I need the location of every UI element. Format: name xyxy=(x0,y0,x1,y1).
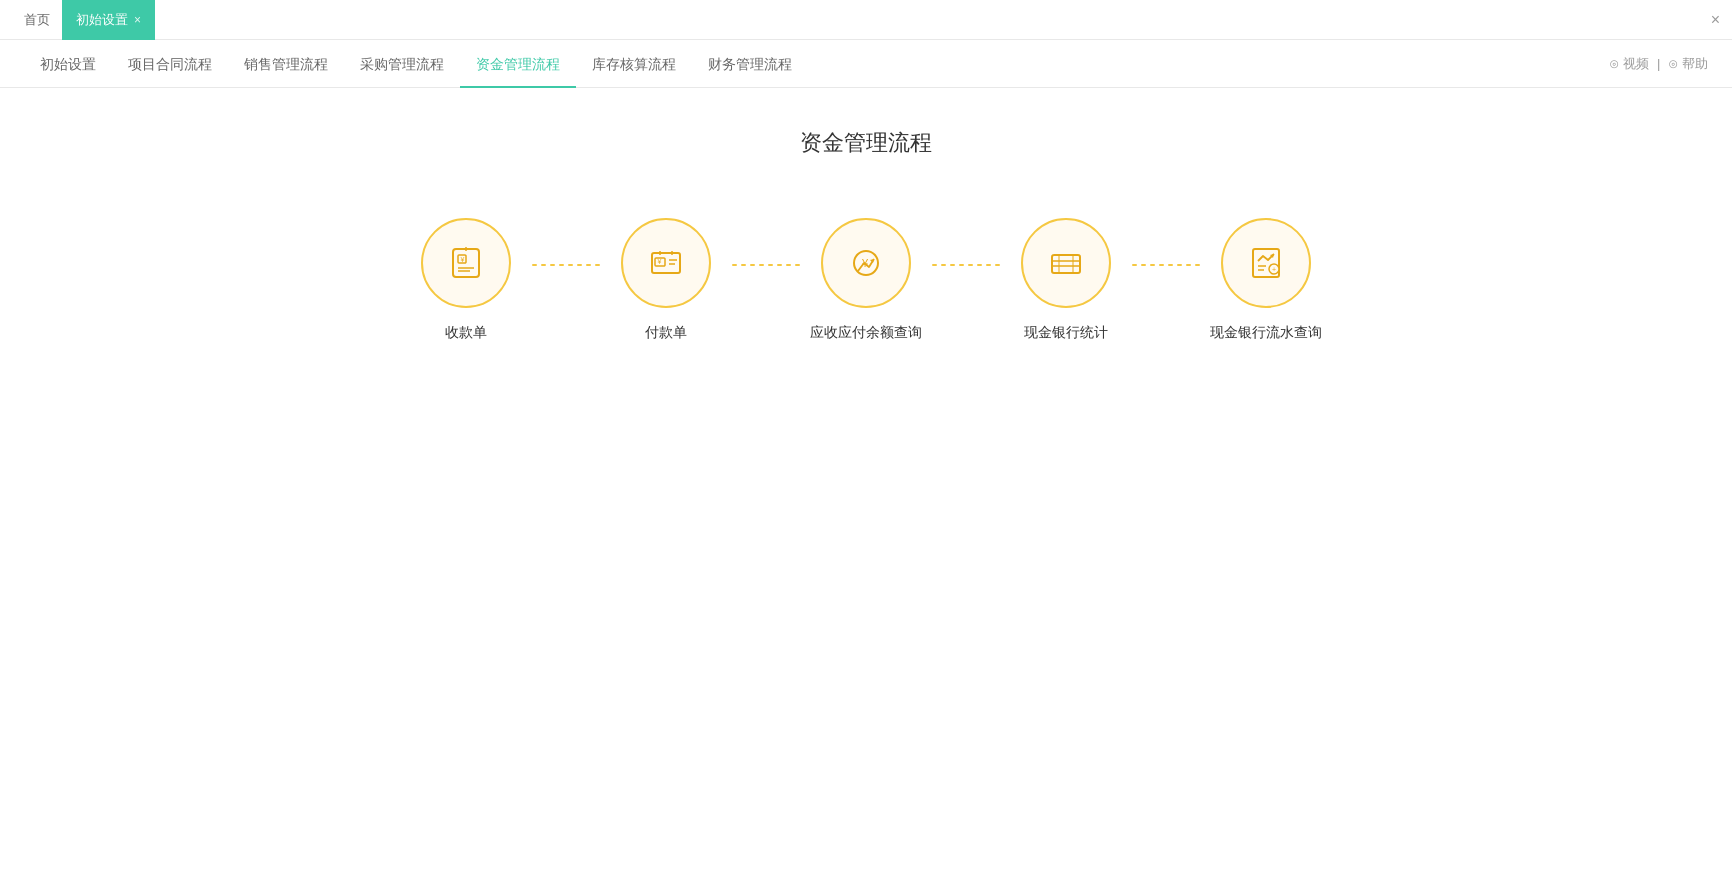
flow-circle-statement: + xyxy=(1221,218,1311,308)
flow-row: ¥ 收款单 ¥ xyxy=(0,218,1732,342)
flow-item-payment[interactable]: ¥ 付款单 xyxy=(606,218,726,342)
svg-rect-13 xyxy=(1052,255,1080,273)
flow-circle-cashbank xyxy=(1021,218,1111,308)
svg-text:¥: ¥ xyxy=(461,256,465,263)
cashbank-label: 现金银行统计 xyxy=(1024,324,1108,342)
statement-label: 现金银行流水查询 xyxy=(1210,324,1322,342)
nav-item-inventory[interactable]: 库存核算流程 xyxy=(576,40,692,88)
nav-bar: 初始设置 项目合同流程 销售管理流程 采购管理流程 资金管理流程 库存核算流程 … xyxy=(0,40,1732,88)
nav-item-finance[interactable]: 财务管理流程 xyxy=(692,40,808,88)
receipt-label: 收款单 xyxy=(445,324,487,342)
svg-rect-5 xyxy=(652,253,680,273)
nav-item-capital[interactable]: 资金管理流程 xyxy=(460,40,576,88)
tab-label: 初始设置 xyxy=(76,11,128,29)
help-link[interactable]: ⊙ 帮助 xyxy=(1668,55,1708,73)
nav-divider: | xyxy=(1657,56,1660,71)
nav-item-purchase[interactable]: 采购管理流程 xyxy=(344,40,460,88)
arrow-3 xyxy=(926,264,1006,296)
flow-circle-receipt: ¥ xyxy=(421,218,511,308)
nav-item-project[interactable]: 项目合同流程 xyxy=(112,40,228,88)
top-bar-right: × xyxy=(1711,11,1720,29)
video-link[interactable]: ⊙ 视频 xyxy=(1609,55,1649,73)
window-close-icon[interactable]: × xyxy=(1711,11,1720,29)
receipt-icon: ¥ xyxy=(444,241,488,285)
flow-item-balance[interactable]: ¥ 应收应付余额查询 xyxy=(806,218,926,342)
balance-icon: ¥ xyxy=(844,241,888,285)
arrow-2 xyxy=(726,264,806,296)
svg-text:+: + xyxy=(1272,266,1276,273)
flow-item-statement[interactable]: + 现金银行流水查询 xyxy=(1206,218,1326,342)
page-title: 资金管理流程 xyxy=(0,128,1732,158)
payment-label: 付款单 xyxy=(645,324,687,342)
flow-circle-balance: ¥ xyxy=(821,218,911,308)
flow-item-receipt[interactable]: ¥ 收款单 xyxy=(406,218,526,342)
statement-icon: + xyxy=(1244,241,1288,285)
flow-circle-payment: ¥ xyxy=(621,218,711,308)
home-tab[interactable]: 首页 xyxy=(12,11,62,29)
flow-item-cashbank[interactable]: 现金银行统计 xyxy=(1006,218,1126,342)
balance-label: 应收应付余额查询 xyxy=(810,324,922,342)
payment-icon: ¥ xyxy=(644,241,688,285)
top-bar: 首页 初始设置 × × xyxy=(0,0,1732,40)
arrow-1 xyxy=(526,264,606,296)
arrow-4 xyxy=(1126,264,1206,296)
svg-text:¥: ¥ xyxy=(658,258,662,265)
main-content: 资金管理流程 ¥ 收款单 xyxy=(0,88,1732,885)
nav-item-sales[interactable]: 销售管理流程 xyxy=(228,40,344,88)
tab-close-button[interactable]: × xyxy=(134,13,141,27)
cashbank-icon xyxy=(1044,241,1088,285)
active-tab[interactable]: 初始设置 × xyxy=(62,0,155,40)
nav-item-initial[interactable]: 初始设置 xyxy=(24,40,112,88)
nav-right: ⊙ 视频 | ⊙ 帮助 xyxy=(1609,55,1708,73)
